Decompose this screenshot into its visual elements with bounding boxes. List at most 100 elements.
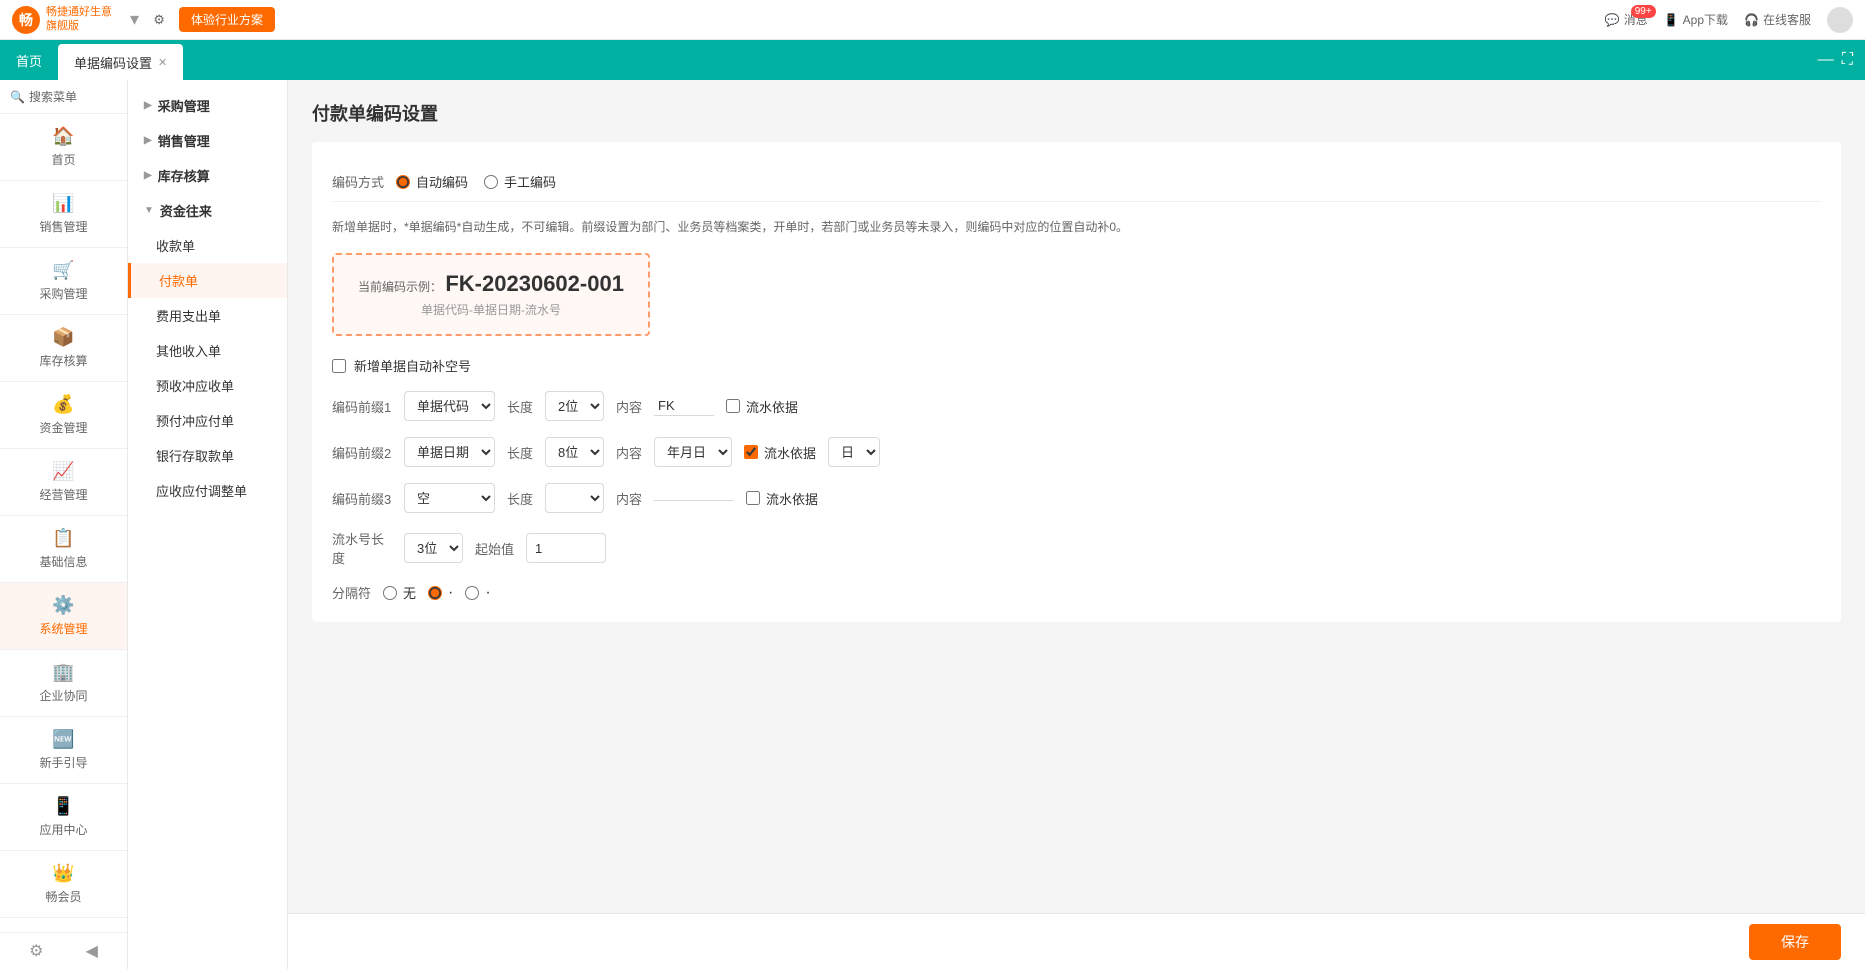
manual-encoding-radio[interactable]	[484, 175, 498, 189]
left-nav-bank[interactable]: 银行存取款单	[128, 438, 287, 473]
left-nav-advance-receipt[interactable]: 预收冲应收单	[128, 368, 287, 403]
message-icon: 💬	[1605, 13, 1620, 27]
prefix3-stream-input[interactable]	[746, 491, 760, 505]
tab-close-icon[interactable]: ✕	[158, 56, 167, 69]
prefix3-content-label: 内容	[616, 489, 642, 508]
serial-start-input[interactable]	[526, 533, 606, 563]
prefix1-length-select[interactable]: 2位 4位 6位 8位	[545, 391, 604, 421]
prefix3-stream-checkbox[interactable]: 流水依据	[746, 489, 818, 508]
preview-label: 当前编码示例： FK-20230602-001	[358, 271, 624, 297]
separator-dash[interactable]: ·	[428, 584, 453, 602]
sidebar-item-apps[interactable]: 📱 应用中心	[0, 784, 127, 851]
left-nav-finance[interactable]: ▼ 资金往来	[128, 193, 287, 228]
trial-button[interactable]: 体验行业方案	[179, 7, 275, 32]
preview-box: 当前编码示例： FK-20230602-001 单据代码-单据日期-流水号	[332, 253, 650, 336]
top-bar-left: 畅 畅捷通好生意 旗舰版 ▾ ⚙ 体验行业方案	[12, 6, 1595, 34]
manual-encoding-option[interactable]: 手工编码	[484, 172, 556, 191]
tab-minimize-icon[interactable]: —	[1818, 51, 1834, 69]
tab-bar: 首页 单据编码设置 ✕ — ⛶	[0, 40, 1865, 80]
sidebar-item-purchase[interactable]: 🛒 采购管理	[0, 248, 127, 315]
auto-fill-row: 新增单据自动补空号	[332, 356, 1821, 375]
left-nav-sales[interactable]: ▶ 销售管理	[128, 123, 287, 158]
info-text: 新增单据时，*单据编码*自动生成，不可编辑。前缀设置为部门、业务员等档案类，开单…	[332, 218, 1821, 237]
service-icon: 🎧	[1744, 13, 1759, 27]
settings-button[interactable]: ⚙	[145, 6, 173, 34]
left-nav-adjustment[interactable]: 应收应付调整单	[128, 473, 287, 508]
tab-expand-icon[interactable]: ⛶	[1842, 51, 1853, 69]
prefix3-label: 编码前缀3	[332, 489, 392, 508]
prefix2-day-select[interactable]: 日 月 年	[828, 437, 880, 467]
encoding-method-row: 编码方式 自动编码 手工编码	[332, 162, 1821, 202]
footer-settings-icon[interactable]: ⚙	[29, 941, 43, 961]
separator-none-radio[interactable]	[383, 586, 397, 600]
prefix3-select[interactable]: 单据代码 单据日期 空 部门	[404, 483, 495, 513]
sidebar-item-base[interactable]: 📋 基础信息	[0, 516, 127, 583]
prefix1-row: 编码前缀1 单据代码 单据日期 空 部门 业务员 长度 2位 4位 6位	[332, 391, 1821, 421]
online-service-button[interactable]: 🎧 在线客服	[1744, 11, 1811, 28]
message-button[interactable]: 💬 消息 99+	[1605, 11, 1648, 28]
separator-label: 分隔符	[332, 583, 371, 602]
sidebar-item-home[interactable]: 🏠 首页	[0, 114, 127, 181]
prefix1-stream-input[interactable]	[726, 399, 740, 413]
prefix1-select[interactable]: 单据代码 单据日期 空 部门 业务员	[404, 391, 495, 421]
prefix2-stream-input[interactable]	[744, 445, 758, 459]
page-title: 付款单编码设置	[312, 100, 1841, 126]
expand-icon: ▶	[144, 135, 152, 146]
auto-encoding-radio[interactable]	[396, 175, 410, 189]
expand-icon: ▼	[144, 205, 154, 216]
left-nav-purchase[interactable]: ▶ 采购管理	[128, 88, 287, 123]
enterprise-icon: 🏢	[52, 662, 74, 683]
sidebar-search[interactable]: 🔍 搜索菜单	[0, 80, 127, 114]
preview-code: FK-20230602-001	[445, 271, 624, 296]
left-nav-payment[interactable]: 付款单	[128, 263, 287, 298]
serial-length-select[interactable]: 3位 4位 5位 6位	[404, 533, 463, 563]
prefix2-length-select[interactable]: 2位 4位 6位 8位	[545, 437, 604, 467]
serial-length-label: 流水号长度	[332, 529, 392, 567]
app-download-button[interactable]: 📱 App下载	[1664, 11, 1728, 28]
left-nav-receipt[interactable]: 收款单	[128, 228, 287, 263]
user-avatar[interactable]	[1827, 7, 1853, 33]
left-nav-inventory[interactable]: ▶ 库存核算	[128, 158, 287, 193]
guide-icon: 🆕	[52, 729, 74, 750]
separator-none[interactable]: 无	[383, 583, 416, 602]
apps-icon: 📱	[52, 796, 74, 817]
sidebar-item-enterprise[interactable]: 🏢 企业协同	[0, 650, 127, 717]
prefix2-row: 编码前缀2 单据代码 单据日期 空 部门 长度 2位 4位 6位 8位	[332, 437, 1821, 467]
prefix3-length-select[interactable]: 2位 4位	[545, 483, 604, 513]
sidebar-item-finance[interactable]: 💰 资金管理	[0, 382, 127, 449]
left-nav-expense[interactable]: 费用支出单	[128, 298, 287, 333]
tab-encoding-settings[interactable]: 单据编码设置 ✕	[58, 44, 183, 80]
left-nav-other-income[interactable]: 其他收入单	[128, 333, 287, 368]
content-area: ▶ 采购管理 ▶ 销售管理 ▶ 库存核算 ▼ 资金往来 收款单 付款单	[128, 80, 1865, 969]
auto-fill-checkbox[interactable]	[332, 359, 346, 373]
sidebar: 🔍 搜索菜单 🏠 首页 📊 销售管理 🛒 采购管理 📦 库存核算 💰 资金管理 …	[0, 80, 128, 969]
separator-dot-radio[interactable]	[465, 586, 479, 600]
sidebar-item-guide[interactable]: 🆕 新手引导	[0, 717, 127, 784]
prefix2-label: 编码前缀2	[332, 443, 392, 462]
prefix2-content-select[interactable]: 年月日 年月 年	[654, 437, 732, 467]
search-icon: 🔍	[10, 90, 25, 104]
left-nav-advance-payment[interactable]: 预付冲应付单	[128, 403, 287, 438]
separator-dash-radio[interactable]	[428, 586, 442, 600]
sidebar-item-system[interactable]: ⚙️ 系统管理	[0, 583, 127, 650]
inventory-icon: 📦	[52, 327, 74, 348]
tab-home[interactable]: 首页	[0, 40, 58, 80]
sidebar-item-operations[interactable]: 📈 经营管理	[0, 449, 127, 516]
preview-desc: 单据代码-单据日期-流水号	[358, 301, 624, 318]
top-bar-nav: ▾ ⚙ 体验行业方案	[130, 6, 275, 34]
save-button[interactable]: 保存	[1749, 924, 1841, 960]
prefix2-select[interactable]: 单据代码 单据日期 空 部门	[404, 437, 495, 467]
prefix2-length-label: 长度	[507, 443, 533, 462]
sidebar-item-member[interactable]: 👑 畅会员	[0, 851, 127, 918]
sidebar-item-inventory[interactable]: 📦 库存核算	[0, 315, 127, 382]
prefix1-stream-checkbox[interactable]: 流水依据	[726, 397, 798, 416]
member-icon: 👑	[52, 863, 74, 884]
footer-collapse-icon[interactable]: ◀	[86, 941, 98, 961]
top-bar-right: 💬 消息 99+ 📱 App下载 🎧 在线客服	[1605, 7, 1853, 33]
auto-encoding-option[interactable]: 自动编码	[396, 172, 468, 191]
prefix2-stream-checkbox[interactable]: 流水依据	[744, 443, 816, 462]
separator-dot[interactable]: ·	[465, 584, 490, 602]
prefix3-content-value	[654, 496, 734, 501]
nav-dropdown[interactable]: ▾	[130, 9, 139, 30]
sidebar-item-sales[interactable]: 📊 销售管理	[0, 181, 127, 248]
